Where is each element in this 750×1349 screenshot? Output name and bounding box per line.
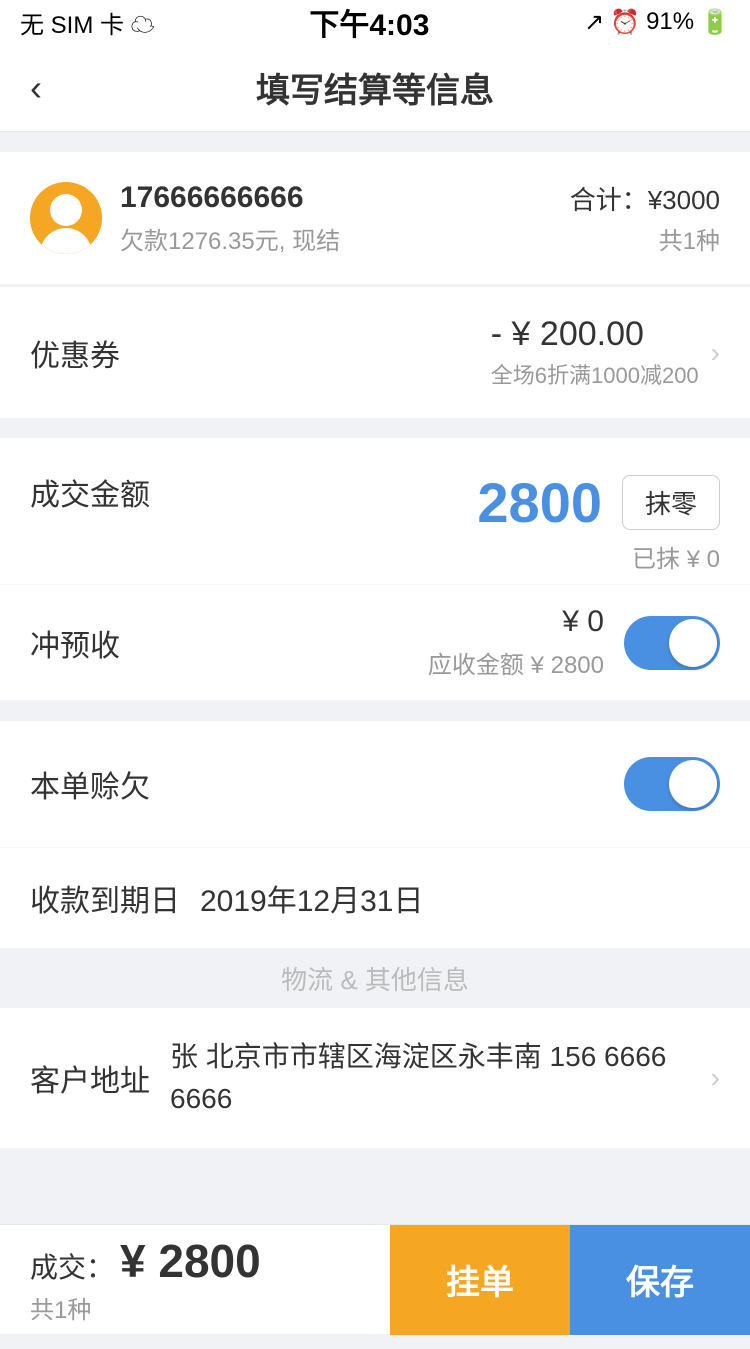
deal-sub: 已抹 ¥ 0 [632,539,720,574]
address-value: 张 北京市市辖区海淀区永丰南 156 6666 6666 [170,1036,711,1120]
coupon-desc: 全场6折满1000减200 [491,358,699,390]
due-date-row: 收款到期日 2019年12月31日 [0,847,750,948]
due-date-value: 2019年12月31日 [200,876,423,920]
address-label: 客户地址 [30,1056,150,1100]
nav-bar: ‹ 填写结算等信息 [0,44,750,132]
clock-icon: ⏰ [610,8,640,37]
status-right: ↗ ⏰ 91% 🔋 [584,8,730,37]
back-button[interactable]: ‹ [30,67,42,109]
section-divider-1 [0,418,750,438]
status-bar: 无 SIM 卡 ☁ 下午4:03 ↗ ⏰ 91% 🔋 [0,0,750,44]
status-time: 下午4:03 [309,0,429,44]
battery-icon: 🔋 [700,8,730,37]
prepay-row: 冲预收 ¥ 0 应收金额 ¥ 2800 [0,585,750,701]
customer-right: 合计：¥3000 共1种 [570,180,720,256]
deal-amount-row: 成交金额 2800 抹零 已抹 ¥ 0 [0,438,750,585]
form-section: 成交金额 2800 抹零 已抹 ¥ 0 冲预收 ¥ 0 应收金额 ¥ 2800 [0,438,750,701]
prepay-toggle[interactable] [624,616,720,670]
prepay-label: 冲预收 [30,621,120,665]
sim-status: 无 SIM 卡 ☁ [20,5,155,40]
page-title: 填写结算等信息 [256,63,494,112]
deal-amount-label: 成交金额 [30,470,150,514]
location-icon: ↗ [584,8,604,37]
hold-button[interactable]: 挂单 [390,1225,570,1335]
total-count: 共1种 [570,221,720,256]
prepay-right: ¥ 0 应收金额 ¥ 2800 [428,605,604,680]
address-chevron-icon: › [711,1062,720,1094]
footer-info: 成交： ¥ 2800 共1种 [0,1234,390,1325]
prepay-sub: 应收金额 ¥ 2800 [428,645,604,680]
total-amount: 合计：¥3000 [570,180,720,217]
customer-phone: 17666666666 [120,181,340,215]
logistics-label: 物流 & 其他信息 [281,960,469,997]
customer-left: 17666666666 欠款1276.35元, 现结 [30,181,340,256]
coupon-chevron-icon: › [711,337,720,369]
debt-label: 本单赊欠 [30,762,150,806]
debt-row: 本单赊欠 [0,721,750,847]
debt-toggle[interactable] [624,757,720,811]
toggle-knob [669,619,717,667]
section-divider-2 [0,701,750,721]
address-chevron: › [711,1062,720,1094]
status-left: 无 SIM 卡 ☁ [20,5,155,40]
footer-count: 共1种 [30,1290,360,1325]
debt-section: 本单赊欠 收款到期日 2019年12月31日 [0,721,750,948]
due-date-label: 收款到期日 [30,876,180,920]
coupon-amount: - ¥ 200.00 [491,315,699,354]
customer-debt: 欠款1276.35元, 现结 [120,221,340,256]
save-button[interactable]: 保存 [570,1225,750,1335]
customer-card: 17666666666 欠款1276.35元, 现结 合计：¥3000 共1种 [0,152,750,284]
logistics-divider: 物流 & 其他信息 [0,948,750,1008]
coupon-row[interactable]: 优惠券 - ¥ 200.00 全场6折满1000减200 › [0,286,750,418]
prepay-amount: ¥ 0 [562,605,604,639]
deal-value: 2800 [477,470,602,535]
footer-amount: ¥ 2800 [120,1234,261,1288]
round-zero-button[interactable]: 抹零 [622,475,720,530]
customer-info: 17666666666 欠款1276.35元, 现结 [120,181,340,256]
avatar [30,182,102,254]
address-row[interactable]: 客户地址 张 北京市市辖区海淀区永丰南 156 6666 6666 › [0,1008,750,1149]
debt-toggle-knob [669,760,717,808]
footer-deal-label: 成交： [30,1246,114,1286]
footer: 成交： ¥ 2800 共1种 挂单 保存 [0,1224,750,1334]
battery-level: 91% [646,8,694,36]
coupon-label: 优惠券 [30,331,120,375]
coupon-right: - ¥ 200.00 全场6折满1000减200 › [491,315,720,390]
amount-right: 2800 抹零 [477,470,720,535]
